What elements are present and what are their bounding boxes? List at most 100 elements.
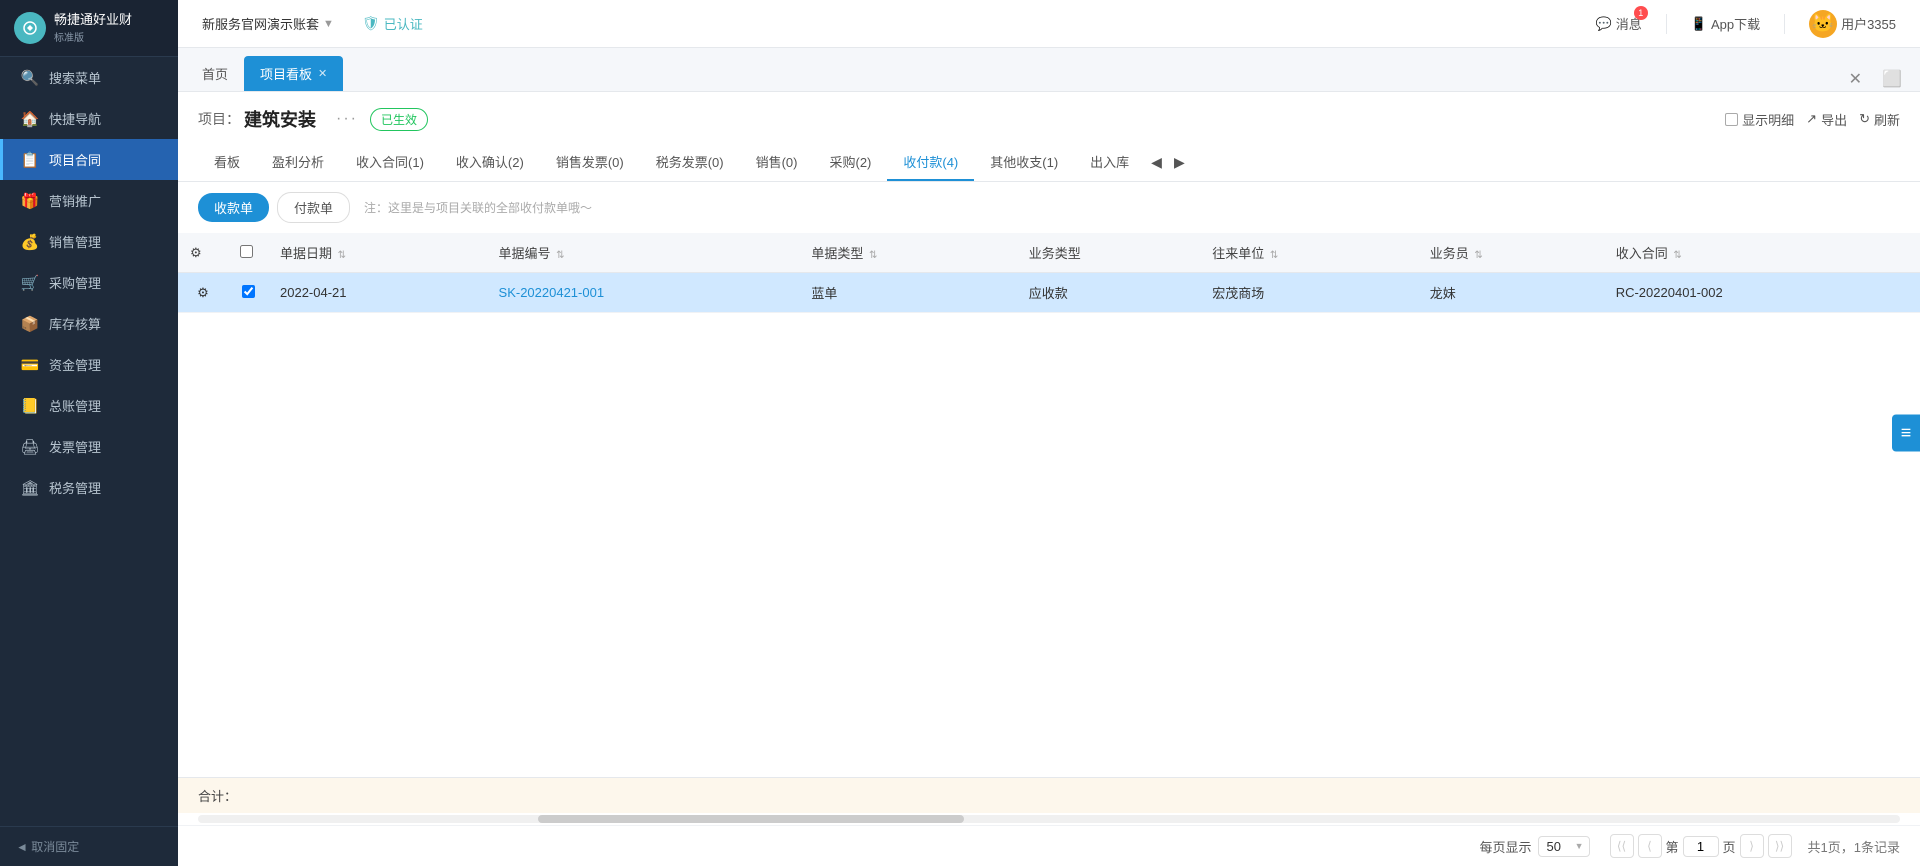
col-counterpart-header[interactable]: 往来单位 ⇅ [1200, 233, 1417, 273]
payment-toggle[interactable]: 付款单 [277, 192, 350, 223]
sidebar-item-marketing[interactable]: 🎁营销推广 [0, 180, 178, 221]
app-download-button[interactable]: 📱 App下载 [1683, 10, 1768, 37]
chevron-down-icon: ▼ [323, 18, 334, 30]
per-page-select[interactable]: 50 20 100 [1538, 836, 1590, 857]
show-detail-checkbox[interactable]: 显示明细 [1725, 110, 1794, 129]
sub-tabs-next-arrow[interactable]: ▶ [1168, 150, 1191, 175]
export-button[interactable]: ↗ 导出 [1806, 110, 1847, 129]
nav-label-marketing: 营销推广 [49, 191, 101, 210]
col-code-header[interactable]: 单据编号 ⇅ [487, 233, 800, 273]
right-float-button[interactable]: ≡ [1892, 415, 1920, 452]
col-gear-header[interactable]: ⚙ [178, 233, 228, 273]
col-salesperson-header[interactable]: 业务员 ⇅ [1418, 233, 1604, 273]
sub-tab-receive-payment[interactable]: 收付款(4) [887, 144, 974, 181]
close-button[interactable]: ✕ [1843, 67, 1868, 91]
gear-cell[interactable]: ⚙ [178, 273, 228, 313]
certified-text: 已认证 [384, 14, 423, 33]
check-cell[interactable] [228, 273, 268, 313]
page-label: 第 [1666, 837, 1679, 856]
app-logo [14, 12, 46, 44]
refresh-button[interactable]: ↻ 刷新 [1859, 110, 1900, 129]
sidebar-item-fund-mgmt[interactable]: 💳资金管理 [0, 344, 178, 385]
topbar: 新服务官网演示账套 ▼ 🛡 已认证 💬 消息 1 📱 App下载 🐱 用 [178, 0, 1920, 48]
sidebar-item-invoice-mgmt[interactable]: 🖨发票管理 [0, 426, 178, 467]
account-selector[interactable]: 新服务官网演示账套 ▼ [194, 10, 342, 37]
sub-tab-purchase[interactable]: 采购(2) [813, 144, 887, 181]
sub-tab-other-expense[interactable]: 其他收支(1) [974, 144, 1074, 181]
receipt-toggle[interactable]: 收款单 [198, 193, 269, 222]
col-contract-header[interactable]: 收入合同 ⇅ [1604, 233, 1920, 273]
sub-tab-kanban[interactable]: 看板 [198, 144, 256, 181]
content-header: 项目： 建筑安装 ··· 已生效 显示明细 ↗ 导出 ↻ 刷新 [178, 92, 1920, 182]
scrollbar-thumb[interactable] [538, 815, 964, 823]
divider [1666, 14, 1667, 34]
per-page-label: 每页显示 [1479, 837, 1531, 856]
last-page-button[interactable]: ⟩⟩ [1768, 834, 1792, 858]
sub-tab-sales[interactable]: 销售(0) [740, 144, 814, 181]
tab-project-board[interactable]: 项目看板 ✕ [244, 56, 343, 91]
sub-tab-income-contract[interactable]: 收入合同(1) [340, 144, 440, 181]
divider2 [1784, 14, 1785, 34]
col-date-header[interactable]: 单据日期 ⇅ [268, 233, 487, 273]
nav-label-ledger: 总账管理 [49, 396, 101, 415]
prev-page-button[interactable]: ⟨ [1638, 834, 1662, 858]
tab-home[interactable]: 首页 [186, 56, 244, 91]
select-all-checkbox[interactable] [240, 245, 253, 258]
tab-close-icon[interactable]: ✕ [318, 67, 327, 80]
horizontal-scrollbar[interactable] [198, 815, 1900, 823]
maximize-button[interactable]: ⬜ [1876, 67, 1908, 91]
sidebar-item-tax-mgmt[interactable]: 🏛税务管理 [0, 467, 178, 508]
sub-tab-sales-invoice[interactable]: 销售发票(0) [540, 144, 640, 181]
table-hint: 注：这里是与项目关联的全部收付款单哦～ [364, 199, 592, 216]
table-row[interactable]: ⚙ 2022-04-21 SK-20220421-001 蓝单 应收款 宏茂商场… [178, 273, 1920, 313]
col-type-header[interactable]: 单据类型 ⇅ [799, 233, 1016, 273]
per-page-selector: 每页显示 50 20 100 [1479, 836, 1589, 857]
code-cell[interactable]: SK-20220421-001 [487, 273, 800, 313]
user-profile-button[interactable]: 🐱 用户3355 [1801, 6, 1904, 42]
sidebar-item-ledger[interactable]: 📒 总账管理 [0, 385, 178, 426]
page-input[interactable] [1683, 836, 1719, 857]
user-avatar: 🐱 [1809, 10, 1837, 38]
sidebar-item-inventory[interactable]: 📦库存核算 [0, 303, 178, 344]
sidebar-item-search[interactable]: 🔍搜索菜单 [0, 57, 178, 98]
row-checkbox[interactable] [242, 285, 255, 298]
sidebar-unpin[interactable]: ◄ 取消固定 [0, 826, 178, 866]
sub-tab-stock-in-out[interactable]: 出入库 [1074, 144, 1145, 181]
nav-icon-ledger: 📒 [19, 397, 41, 415]
certified-badge: 🛡 已认证 [362, 14, 423, 33]
sub-tab-tax-invoice[interactable]: 税务发票(0) [640, 144, 740, 181]
document-link[interactable]: SK-20220421-001 [499, 285, 605, 300]
messages-button[interactable]: 💬 消息 1 [1588, 10, 1650, 37]
col-biztype-header: 业务类型 [1017, 233, 1201, 273]
more-options-button[interactable]: ··· [336, 110, 358, 128]
sidebar-item-purchase-mgmt[interactable]: 🛒采购管理 [0, 262, 178, 303]
table-header: ⚙ 单据日期 ⇅ 单据编号 ⇅ [178, 233, 1920, 273]
sidebar: 畅捷通好业财 标准版 🔍搜索菜单🏠快捷导航📋项目合同🎁营销推广💰销售管理🛒采购管… [0, 0, 178, 866]
summary-row: 合计： [178, 777, 1920, 813]
hscroll-row [178, 813, 1920, 825]
export-label: 导出 [1821, 110, 1847, 129]
sub-tab-profit[interactable]: 盈利分析 [256, 144, 340, 181]
table-section: 收款单 付款单 注：这里是与项目关联的全部收付款单哦～ ⚙ 单据日期 [178, 182, 1920, 866]
messages-badge: 1 [1634, 6, 1648, 20]
title-actions: 显示明细 ↗ 导出 ↻ 刷新 [1725, 110, 1900, 129]
sidebar-item-sales-mgmt[interactable]: 💰销售管理 [0, 221, 178, 262]
biztype-cell: 应收款 [1017, 273, 1201, 313]
nav-label-quick-nav: 快捷导航 [49, 109, 101, 128]
sort-icon: ⇅ [338, 250, 346, 261]
sub-tab-income-confirm[interactable]: 收入确认(2) [440, 144, 540, 181]
per-page-wrapper: 50 20 100 [1538, 836, 1590, 857]
status-badge: 已生效 [370, 108, 428, 131]
checkbox-icon [1725, 113, 1738, 126]
sidebar-item-quick-nav[interactable]: 🏠快捷导航 [0, 98, 178, 139]
first-page-button[interactable]: ⟨⟨ [1610, 834, 1634, 858]
app-download-label: App下载 [1711, 14, 1760, 33]
page-suffix: 页 [1723, 837, 1736, 856]
next-page-button[interactable]: ⟩ [1740, 834, 1764, 858]
sub-tabs-prev-arrow[interactable]: ◀ [1145, 150, 1168, 175]
gear-icon: ⚙ [190, 285, 216, 301]
data-table-wrap[interactable]: ⚙ 单据日期 ⇅ 单据编号 ⇅ [178, 233, 1920, 777]
sidebar-item-project-contract[interactable]: 📋项目合同 [0, 139, 178, 180]
nav-icon-inventory: 📦 [19, 315, 41, 333]
tabbar: 首页 项目看板 ✕ ✕ ⬜ [178, 48, 1920, 92]
